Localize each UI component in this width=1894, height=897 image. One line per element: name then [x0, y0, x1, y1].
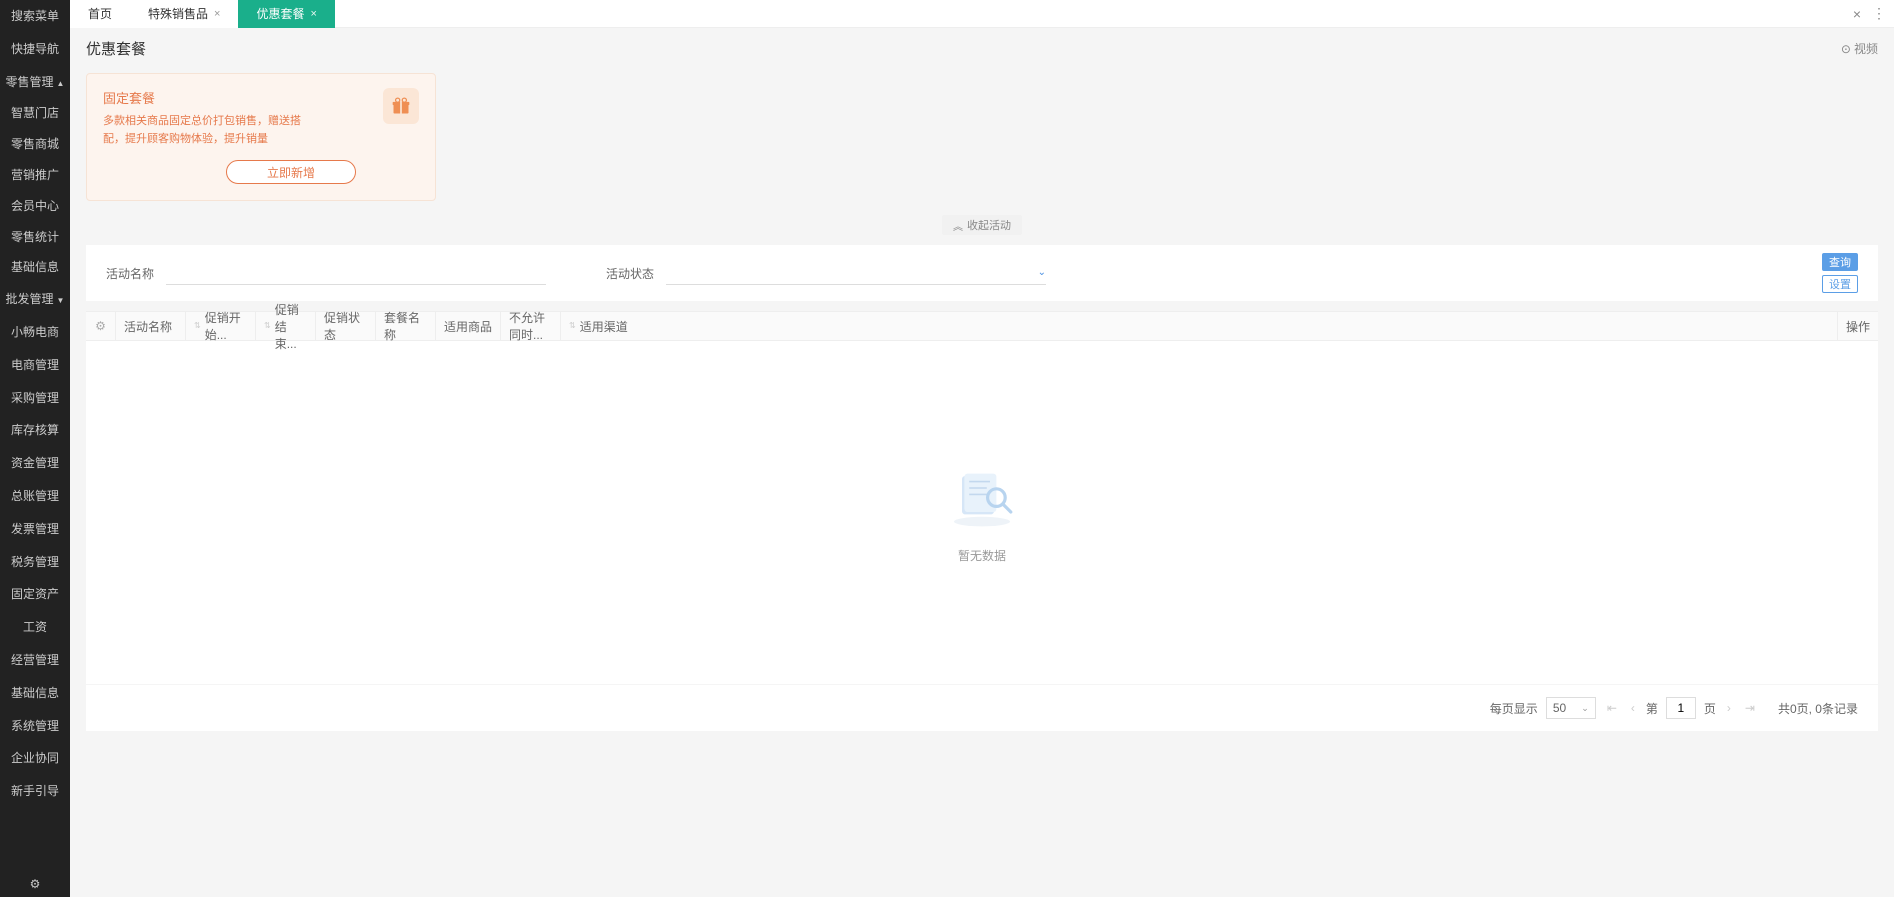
empty-state: 暂无数据 — [86, 341, 1878, 684]
sidebar-baseinfo[interactable]: 基础信息 — [0, 677, 70, 710]
page-title: 优惠套餐 — [86, 38, 146, 59]
col-goods[interactable]: 适用商品 — [436, 312, 501, 340]
tabbar: 首页 特殊销售品× 优惠套餐× × ⋮ — [70, 0, 1894, 28]
col-package[interactable]: 套餐名称 — [376, 312, 436, 340]
empty-text: 暂无数据 — [958, 547, 1006, 564]
content: 固定套餐 多款相关商品固定总价打包销售，赠送搭配，提升顾客购物体验，提升销量 立… — [70, 69, 1894, 897]
sidebar-retail[interactable]: 零售管理 — [0, 66, 70, 99]
create-now-button[interactable]: 立即新增 — [226, 160, 356, 184]
sidebar-enterprise[interactable]: 企业协同 — [0, 742, 70, 775]
pagination: 每页显示 50 ⌄ ⇤ ‹ 第 页 › ⇥ 共0页, 0条记录 — [86, 684, 1878, 731]
col-end[interactable]: ⇅促销结束... — [256, 312, 316, 340]
col-operation: 操作 — [1838, 312, 1878, 340]
per-page-label: 每页显示 — [1490, 700, 1538, 717]
sidebar-fixedasset[interactable]: 固定资产 — [0, 578, 70, 611]
table: ⚙ 活动名称 ⇅促销开始... ⇅促销结束... 促销状态 套餐名称 适用商品 … — [86, 311, 1878, 684]
filter-row: 活动名称 活动状态 ⌄ 查询 设置 — [86, 245, 1878, 301]
tab-more-icon[interactable]: ⋮ — [1868, 5, 1890, 22]
page-label: 第 — [1646, 700, 1658, 717]
sidebar-invoice[interactable]: 发票管理 — [0, 513, 70, 546]
activity-status-select[interactable]: ⌄ — [666, 261, 1046, 285]
play-icon: ⊙ — [1841, 42, 1851, 56]
sidebar-wholesale[interactable]: 批发管理 — [0, 283, 70, 316]
page-summary: 共0页, 0条记录 — [1778, 700, 1858, 717]
sidebar-retail-member[interactable]: 会员中心 — [0, 191, 70, 222]
col-status[interactable]: 促销状态 — [316, 312, 376, 340]
sidebar-tax[interactable]: 税务管理 — [0, 546, 70, 579]
activity-name-input[interactable] — [166, 261, 546, 285]
sidebar-operation[interactable]: 经营管理 — [0, 644, 70, 677]
tab-home[interactable]: 首页 — [70, 0, 130, 28]
sidebar-search[interactable]: 搜索菜单 — [0, 0, 70, 33]
main: 首页 特殊销售品× 优惠套餐× × ⋮ 优惠套餐 ⊙ 视频 固定套餐 — [70, 0, 1894, 897]
sidebar-retail-store[interactable]: 智慧门店 — [0, 98, 70, 129]
close-icon[interactable]: × — [214, 8, 220, 20]
sidebar-purchase[interactable]: 采购管理 — [0, 382, 70, 415]
sidebar-salary[interactable]: 工资 — [0, 611, 70, 644]
table-header: ⚙ 活动名称 ⇅促销开始... ⇅促销结束... 促销状态 套餐名称 适用商品 … — [86, 311, 1878, 341]
per-page-select[interactable]: 50 ⌄ — [1546, 697, 1596, 719]
page-input[interactable] — [1666, 697, 1696, 719]
sidebar: 搜索菜单 快捷导航 零售管理 智慧门店 零售商城 营销推广 会员中心 零售统计 … — [0, 0, 70, 897]
sidebar-retail-mall[interactable]: 零售商城 — [0, 129, 70, 160]
col-activity-name[interactable]: 活动名称 — [116, 312, 186, 340]
promo-card: 固定套餐 多款相关商品固定总价打包销售，赠送搭配，提升顾客购物体验，提升销量 立… — [86, 73, 436, 201]
sidebar-retail-stats[interactable]: 零售统计 — [0, 222, 70, 253]
filter-name-label: 活动名称 — [106, 265, 166, 282]
collapse-activity-button[interactable]: ︽ 收起活动 — [942, 215, 1022, 235]
page-label-suffix: 页 — [1704, 700, 1716, 717]
first-page-icon[interactable]: ⇤ — [1604, 701, 1620, 715]
prev-page-icon[interactable]: ‹ — [1628, 701, 1638, 715]
empty-icon — [942, 461, 1022, 531]
promo-desc: 多款相关商品固定总价打包销售，赠送搭配，提升顾客购物体验，提升销量 — [103, 113, 303, 148]
tab-combo[interactable]: 优惠套餐× — [238, 0, 334, 28]
col-not-allow[interactable]: 不允许同时... — [501, 312, 561, 340]
next-page-icon[interactable]: › — [1724, 701, 1734, 715]
tab-special-sale[interactable]: 特殊销售品× — [130, 0, 238, 28]
sidebar-system[interactable]: 系统管理 — [0, 710, 70, 743]
col-channel[interactable]: ⇅适用渠道 — [561, 312, 1838, 340]
close-icon[interactable]: × — [310, 8, 316, 20]
promo-title: 固定套餐 — [103, 88, 373, 107]
sidebar-inventory[interactable]: 库存核算 — [0, 414, 70, 447]
tab-close-all-icon[interactable]: × — [1846, 6, 1868, 22]
sidebar-retail-marketing[interactable]: 营销推广 — [0, 160, 70, 191]
gear-icon[interactable]: ⚙ — [86, 312, 116, 340]
setting-button[interactable]: 设置 — [1822, 275, 1858, 293]
sidebar-funds[interactable]: 资金管理 — [0, 447, 70, 480]
chevron-down-icon: ⌄ — [1038, 267, 1046, 278]
double-chevron-up-icon: ︽ — [953, 218, 963, 233]
col-start[interactable]: ⇅促销开始... — [186, 312, 256, 340]
query-button[interactable]: 查询 — [1822, 253, 1858, 271]
gift-icon — [383, 88, 419, 124]
video-link[interactable]: ⊙ 视频 — [1841, 40, 1878, 57]
sidebar-retail-base[interactable]: 基础信息 — [0, 252, 70, 283]
last-page-icon[interactable]: ⇥ — [1742, 701, 1758, 715]
page-header: 优惠套餐 ⊙ 视频 — [70, 28, 1894, 69]
sidebar-guide[interactable]: 新手引导 — [0, 775, 70, 808]
sidebar-xiaochang[interactable]: 小畅电商 — [0, 316, 70, 349]
filter-status-label: 活动状态 — [606, 265, 666, 282]
sidebar-quicknav[interactable]: 快捷导航 — [0, 33, 70, 66]
chevron-down-icon: ⌄ — [1581, 703, 1589, 714]
sidebar-gear-icon[interactable]: ⚙ — [0, 871, 70, 897]
sidebar-ledger[interactable]: 总账管理 — [0, 480, 70, 513]
sidebar-ecommerce[interactable]: 电商管理 — [0, 349, 70, 382]
